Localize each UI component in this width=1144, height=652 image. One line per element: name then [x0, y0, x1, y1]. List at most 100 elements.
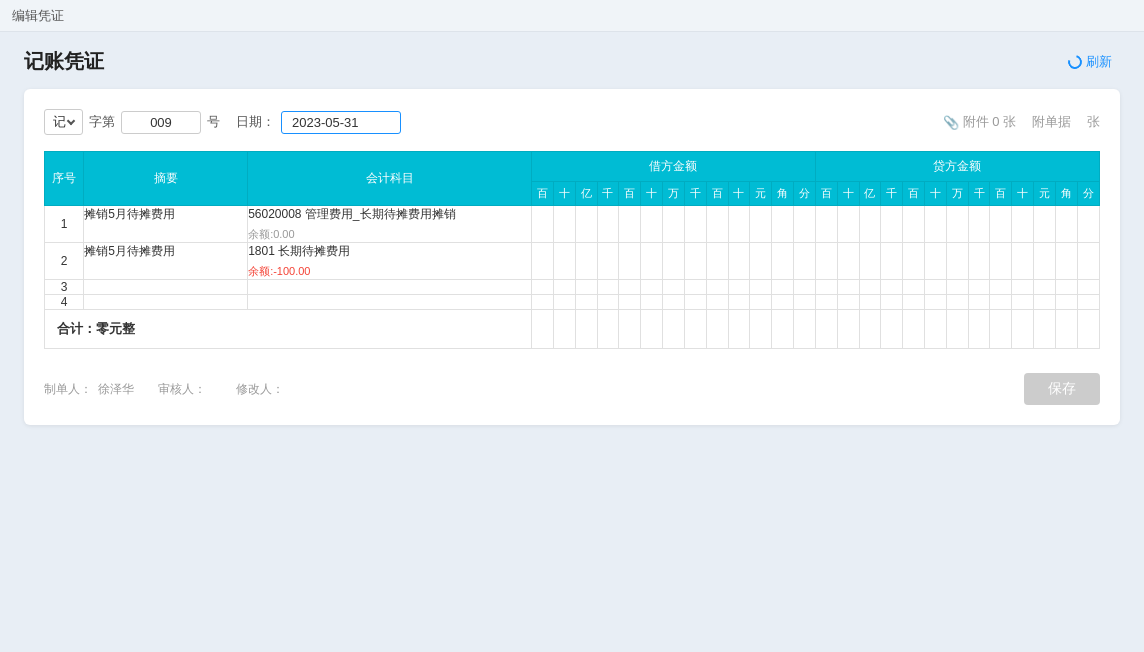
credit-cell-r2-c6[interactable] — [924, 243, 946, 280]
attachment-link[interactable]: 📎 附件 0 张 — [943, 113, 1016, 131]
credit-cell-r3-c11[interactable] — [1034, 280, 1056, 295]
debit-cell-r1-c8[interactable] — [684, 206, 706, 243]
debit-cell-r3-c4[interactable] — [597, 280, 619, 295]
credit-cell-r2-c4[interactable] — [881, 243, 903, 280]
debit-cell-r2-c1[interactable] — [532, 243, 554, 280]
debit-cell-r3-c6[interactable] — [641, 280, 663, 295]
debit-cell-r2-c5[interactable] — [619, 243, 641, 280]
credit-cell-r4-c4[interactable] — [881, 295, 903, 310]
credit-cell-r3-c10[interactable] — [1012, 280, 1034, 295]
debit-cell-r1-c1[interactable] — [532, 206, 554, 243]
credit-cell-r2-c11[interactable] — [1034, 243, 1056, 280]
debit-cell-r1-c13[interactable] — [794, 206, 816, 243]
credit-cell-r2-c2[interactable] — [837, 243, 859, 280]
debit-cell-r2-c11[interactable] — [750, 243, 772, 280]
debit-cell-r1-c11[interactable] — [750, 206, 772, 243]
credit-cell-r3-c1[interactable] — [815, 280, 837, 295]
debit-cell-r4-c11[interactable] — [750, 295, 772, 310]
cell-account-4[interactable] — [248, 295, 532, 310]
debit-cell-r3-c3[interactable] — [575, 280, 597, 295]
debit-cell-r4-c9[interactable] — [706, 295, 728, 310]
credit-cell-r1-c7[interactable] — [946, 206, 968, 243]
debit-cell-r3-c5[interactable] — [619, 280, 641, 295]
debit-cell-r1-c10[interactable] — [728, 206, 750, 243]
cell-summary-3[interactable] — [84, 280, 248, 295]
credit-cell-r3-c7[interactable] — [946, 280, 968, 295]
credit-cell-r3-c5[interactable] — [903, 280, 925, 295]
debit-cell-r3-c1[interactable] — [532, 280, 554, 295]
debit-cell-r2-c4[interactable] — [597, 243, 619, 280]
debit-cell-r2-c6[interactable] — [641, 243, 663, 280]
credit-cell-r1-c2[interactable] — [837, 206, 859, 243]
credit-cell-r2-c1[interactable] — [815, 243, 837, 280]
credit-cell-r3-c2[interactable] — [837, 280, 859, 295]
debit-cell-r3-c10[interactable] — [728, 280, 750, 295]
debit-cell-r4-c3[interactable] — [575, 295, 597, 310]
credit-cell-r2-c12[interactable] — [1055, 243, 1077, 280]
credit-cell-r1-c8[interactable] — [968, 206, 990, 243]
debit-cell-r2-c10[interactable] — [728, 243, 750, 280]
debit-cell-r1-c7[interactable] — [663, 206, 685, 243]
credit-cell-r2-c7[interactable] — [946, 243, 968, 280]
debit-cell-r3-c11[interactable] — [750, 280, 772, 295]
date-input[interactable] — [281, 111, 401, 134]
debit-cell-r2-c2[interactable] — [553, 243, 575, 280]
save-button[interactable]: 保存 — [1024, 373, 1100, 405]
debit-cell-r4-c2[interactable] — [553, 295, 575, 310]
credit-cell-r4-c8[interactable] — [968, 295, 990, 310]
credit-cell-r4-c3[interactable] — [859, 295, 881, 310]
cell-account-3[interactable] — [248, 280, 532, 295]
credit-cell-r3-c4[interactable] — [881, 280, 903, 295]
credit-cell-r4-c12[interactable] — [1055, 295, 1077, 310]
credit-cell-r1-c13[interactable] — [1077, 206, 1099, 243]
credit-cell-r2-c10[interactable] — [1012, 243, 1034, 280]
credit-cell-r4-c11[interactable] — [1034, 295, 1056, 310]
table-row[interactable]: 3 — [45, 280, 1100, 295]
number-input[interactable] — [121, 111, 201, 134]
credit-cell-r3-c8[interactable] — [968, 280, 990, 295]
debit-cell-r2-c12[interactable] — [772, 243, 794, 280]
credit-cell-r2-c13[interactable] — [1077, 243, 1099, 280]
table-row[interactable]: 1摊销5月待摊费用56020008 管理费用_长期待摊费用摊销余额:0.00 — [45, 206, 1100, 243]
type-select[interactable]: 记 — [44, 109, 83, 135]
refresh-button[interactable]: 刷新 — [1060, 49, 1120, 75]
credit-cell-r1-c1[interactable] — [815, 206, 837, 243]
debit-cell-r3-c8[interactable] — [684, 280, 706, 295]
credit-cell-r4-c2[interactable] — [837, 295, 859, 310]
debit-cell-r1-c12[interactable] — [772, 206, 794, 243]
cell-summary-4[interactable] — [84, 295, 248, 310]
debit-cell-r2-c8[interactable] — [684, 243, 706, 280]
credit-cell-r2-c8[interactable] — [968, 243, 990, 280]
table-row[interactable]: 2摊销5月待摊费用1801 长期待摊费用余额:-100.00 — [45, 243, 1100, 280]
cell-account-2[interactable]: 1801 长期待摊费用余额:-100.00 — [248, 243, 532, 280]
debit-cell-r3-c7[interactable] — [663, 280, 685, 295]
table-row[interactable]: 4 — [45, 295, 1100, 310]
debit-cell-r4-c1[interactable] — [532, 295, 554, 310]
debit-cell-r4-c7[interactable] — [663, 295, 685, 310]
cell-summary-1[interactable]: 摊销5月待摊费用 — [84, 206, 248, 243]
credit-cell-r4-c1[interactable] — [815, 295, 837, 310]
credit-cell-r1-c12[interactable] — [1055, 206, 1077, 243]
credit-cell-r4-c10[interactable] — [1012, 295, 1034, 310]
debit-cell-r4-c12[interactable] — [772, 295, 794, 310]
debit-cell-r4-c13[interactable] — [794, 295, 816, 310]
credit-cell-r3-c12[interactable] — [1055, 280, 1077, 295]
debit-cell-r1-c3[interactable] — [575, 206, 597, 243]
debit-cell-r2-c9[interactable] — [706, 243, 728, 280]
credit-cell-r4-c9[interactable] — [990, 295, 1012, 310]
cell-summary-2[interactable]: 摊销5月待摊费用 — [84, 243, 248, 280]
credit-cell-r4-c6[interactable] — [924, 295, 946, 310]
credit-cell-r2-c3[interactable] — [859, 243, 881, 280]
debit-cell-r3-c12[interactable] — [772, 280, 794, 295]
debit-cell-r1-c5[interactable] — [619, 206, 641, 243]
debit-cell-r4-c6[interactable] — [641, 295, 663, 310]
credit-cell-r2-c5[interactable] — [903, 243, 925, 280]
credit-cell-r4-c13[interactable] — [1077, 295, 1099, 310]
debit-cell-r2-c3[interactable] — [575, 243, 597, 280]
cell-account-1[interactable]: 56020008 管理费用_长期待摊费用摊销余额:0.00 — [248, 206, 532, 243]
credit-cell-r3-c13[interactable] — [1077, 280, 1099, 295]
credit-cell-r1-c6[interactable] — [924, 206, 946, 243]
credit-cell-r4-c5[interactable] — [903, 295, 925, 310]
debit-cell-r4-c10[interactable] — [728, 295, 750, 310]
debit-cell-r3-c9[interactable] — [706, 280, 728, 295]
